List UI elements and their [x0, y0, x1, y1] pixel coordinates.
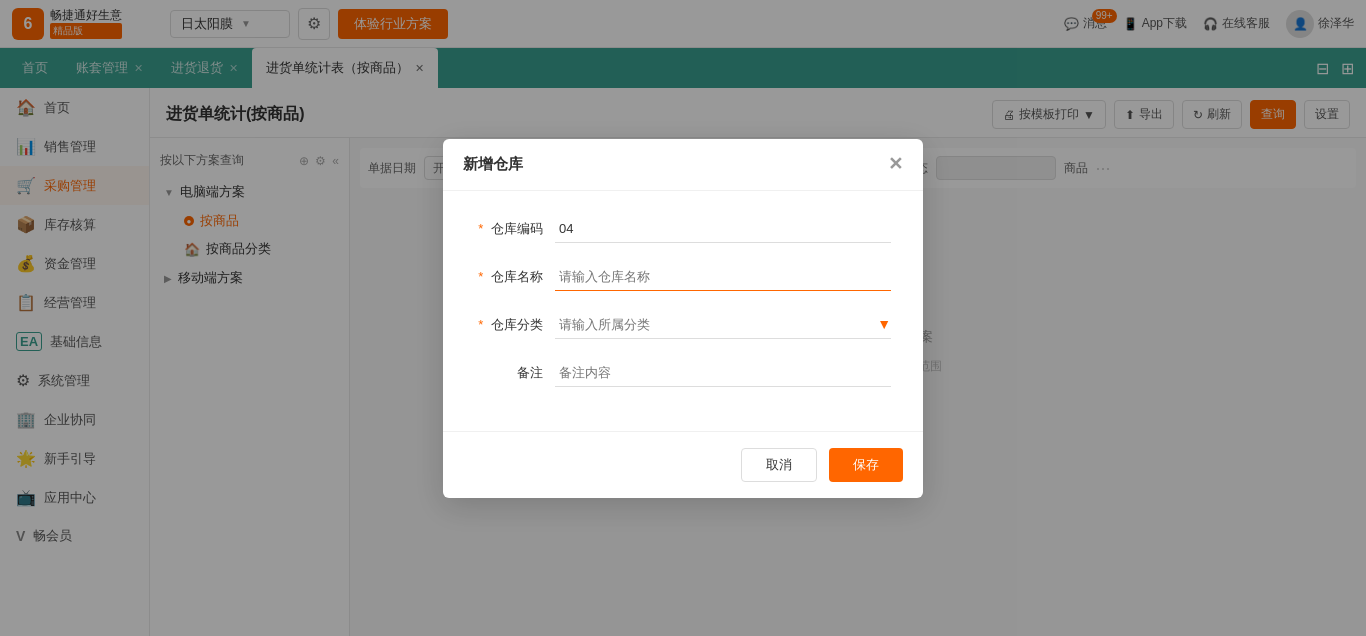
add-warehouse-modal: 新增仓库 ✕ * 仓库编码 * 仓库名称 — [443, 139, 923, 498]
code-label: * 仓库编码 — [475, 220, 555, 238]
form-row-code: * 仓库编码 — [475, 215, 891, 243]
code-input[interactable] — [555, 215, 891, 243]
category-input[interactable] — [555, 311, 877, 338]
category-label: * 仓库分类 — [475, 316, 555, 334]
modal-overlay: 新增仓库 ✕ * 仓库编码 * 仓库名称 — [0, 0, 1366, 636]
form-row-remark: 备注 — [475, 359, 891, 387]
save-button[interactable]: 保存 — [829, 448, 903, 482]
cancel-button[interactable]: 取消 — [741, 448, 817, 482]
remark-input[interactable] — [555, 359, 891, 387]
modal-close-button[interactable]: ✕ — [888, 155, 903, 173]
modal-body: * 仓库编码 * 仓库名称 * 仓库分类 — [443, 191, 923, 431]
name-label: * 仓库名称 — [475, 268, 555, 286]
modal-footer: 取消 保存 — [443, 431, 923, 498]
form-row-name: * 仓库名称 — [475, 263, 891, 291]
modal-title: 新增仓库 — [463, 155, 523, 174]
category-select-wrapper: ▼ — [555, 311, 891, 339]
remark-label: 备注 — [475, 364, 555, 382]
modal-header: 新增仓库 ✕ — [443, 139, 923, 191]
name-input[interactable] — [555, 263, 891, 291]
form-row-category: * 仓库分类 ▼ — [475, 311, 891, 339]
category-dropdown-arrow[interactable]: ▼ — [877, 316, 891, 332]
